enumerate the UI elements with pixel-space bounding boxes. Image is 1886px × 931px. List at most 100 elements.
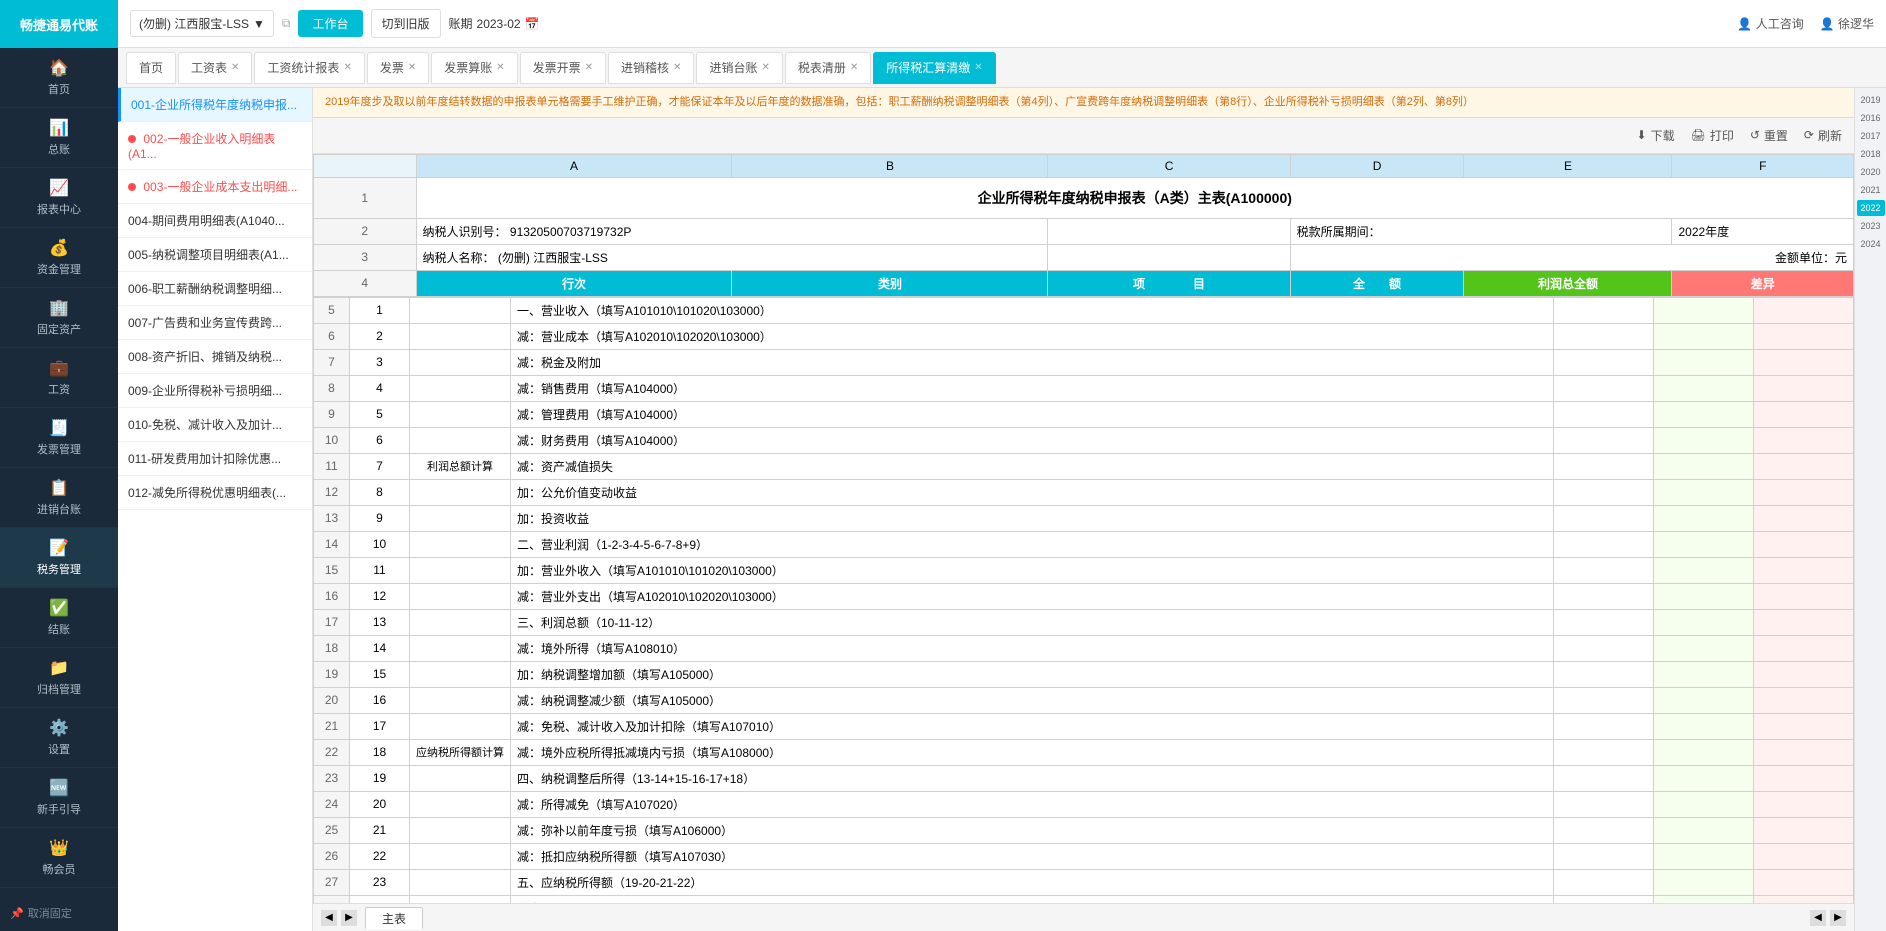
switch-button[interactable]: 切到旧版 bbox=[371, 9, 441, 38]
cell-quane[interactable] bbox=[1554, 453, 1654, 479]
cell-lirun[interactable] bbox=[1654, 583, 1754, 609]
sidebar-item-archive[interactable]: 📁 归档管理 bbox=[0, 648, 118, 708]
sidebar-item-settings[interactable]: ⚙️ 设置 bbox=[0, 708, 118, 768]
left-panel-item-005[interactable]: 005-纳税调整项目明细表(A1... bbox=[118, 238, 312, 272]
cell-quane[interactable] bbox=[1554, 375, 1654, 401]
cell-lirun[interactable] bbox=[1654, 895, 1754, 903]
user-service[interactable]: 👤 人工咨询 bbox=[1737, 15, 1803, 32]
tab-close[interactable]: ✕ bbox=[974, 62, 982, 73]
left-panel-item-001[interactable]: 001-企业所得税年度纳税申报... bbox=[118, 88, 312, 122]
cell-lirun[interactable] bbox=[1654, 297, 1754, 323]
company-selector[interactable]: (勿删) 江西服宝-LSS ▼ bbox=[130, 10, 274, 37]
tab-invoice-calc[interactable]: 发票算账 ✕ bbox=[431, 52, 517, 84]
tab-close[interactable]: ✕ bbox=[761, 62, 769, 73]
cell-quane[interactable] bbox=[1554, 869, 1654, 895]
left-panel-item-007[interactable]: 007-广告费和业务宣传费跨... bbox=[118, 306, 312, 340]
cell-quane[interactable] bbox=[1554, 661, 1654, 687]
user-name[interactable]: 👤 徐逻华 bbox=[1820, 15, 1874, 32]
print-button[interactable]: 🖨 打印 bbox=[1691, 127, 1734, 144]
tab-close[interactable]: ✕ bbox=[496, 62, 504, 73]
cell-lirun[interactable] bbox=[1654, 427, 1754, 453]
next-tab-button[interactable]: ▶ bbox=[341, 910, 357, 926]
cell-lirun[interactable] bbox=[1654, 713, 1754, 739]
cell-quane[interactable] bbox=[1554, 531, 1654, 557]
left-panel-item-011[interactable]: 011-研发费用加计扣除优惠... bbox=[118, 442, 312, 476]
left-panel-item-009[interactable]: 009-企业所得税补亏损明细... bbox=[118, 374, 312, 408]
tab-payroll[interactable]: 工资表 ✕ bbox=[178, 52, 252, 84]
sidebar-item-member[interactable]: 👑 畅会员 bbox=[0, 828, 118, 888]
cell-quane[interactable] bbox=[1554, 505, 1654, 531]
cell-quane[interactable] bbox=[1554, 401, 1654, 427]
sidebar-item-tax[interactable]: 📝 税务管理 bbox=[0, 528, 118, 588]
left-panel-item-006[interactable]: 006-职工薪酬纳税调整明细... bbox=[118, 272, 312, 306]
scroll-left-button[interactable]: ◀ bbox=[1810, 910, 1826, 926]
tab-invoice[interactable]: 发票 ✕ bbox=[367, 52, 429, 84]
cell-lirun[interactable] bbox=[1654, 765, 1754, 791]
cell-quane[interactable] bbox=[1554, 349, 1654, 375]
sidebar-item-invoice[interactable]: 🧾 发票管理 bbox=[0, 408, 118, 468]
cell-lirun[interactable] bbox=[1654, 869, 1754, 895]
timeline-2016[interactable]: 2016 bbox=[1857, 110, 1885, 126]
cell-quane[interactable] bbox=[1554, 635, 1654, 661]
cell-lirun[interactable] bbox=[1654, 323, 1754, 349]
timeline-2021[interactable]: 2021 bbox=[1857, 182, 1885, 198]
sidebar-item-home[interactable]: 🏠 首页 bbox=[0, 48, 118, 108]
left-panel-item-008[interactable]: 008-资产折旧、摊销及纳税... bbox=[118, 340, 312, 374]
left-panel-item-012[interactable]: 012-减免所得税优惠明细表(... bbox=[118, 476, 312, 510]
timeline-2019[interactable]: 2019 bbox=[1857, 92, 1885, 108]
cell-lirun[interactable] bbox=[1654, 609, 1754, 635]
left-panel-item-003[interactable]: 003-一般企业成本支出明细... bbox=[118, 170, 312, 204]
sidebar-item-report[interactable]: 📈 报表中心 bbox=[0, 168, 118, 228]
left-panel-item-010[interactable]: 010-免税、减计收入及加计... bbox=[118, 408, 312, 442]
cell-lirun[interactable] bbox=[1654, 505, 1754, 531]
tab-close[interactable]: ✕ bbox=[343, 62, 351, 73]
cell-quane[interactable] bbox=[1554, 765, 1654, 791]
timeline-2024[interactable]: 2024 bbox=[1857, 236, 1885, 252]
tab-income-tax[interactable]: 所得税汇算清缴 ✕ bbox=[873, 52, 995, 84]
sidebar-item-settle[interactable]: ✅ 结账 bbox=[0, 588, 118, 648]
timeline-2017[interactable]: 2017 bbox=[1857, 128, 1885, 144]
tab-close[interactable]: ✕ bbox=[231, 62, 239, 73]
tab-home[interactable]: 首页 bbox=[126, 52, 176, 84]
timeline-2018[interactable]: 2018 bbox=[1857, 146, 1885, 162]
tab-tax-clear[interactable]: 税表清册 ✕ bbox=[785, 52, 871, 84]
cell-quane[interactable] bbox=[1554, 687, 1654, 713]
cell-lirun[interactable] bbox=[1654, 531, 1754, 557]
sidebar-item-fund[interactable]: 💰 资金管理 bbox=[0, 228, 118, 288]
bottom-tab-main[interactable]: 主表 bbox=[365, 907, 423, 929]
sidebar-item-ledger[interactable]: 📊 总账 bbox=[0, 108, 118, 168]
sidebar-item-payroll[interactable]: 💼 工资 bbox=[0, 348, 118, 408]
cell-lirun[interactable] bbox=[1654, 661, 1754, 687]
cell-lirun[interactable] bbox=[1654, 401, 1754, 427]
cell-lirun[interactable] bbox=[1654, 687, 1754, 713]
cell-quane[interactable]: 0.25 bbox=[1554, 895, 1654, 903]
timeline-2020[interactable]: 2020 bbox=[1857, 164, 1885, 180]
unpin-button[interactable]: 📌 取消固定 bbox=[0, 895, 118, 931]
cell-lirun[interactable] bbox=[1654, 817, 1754, 843]
tab-close[interactable]: ✕ bbox=[408, 62, 416, 73]
table-wrapper[interactable]: A B C D E F 1 企业所得税年度纳税申报表（A类）主表(A100000… bbox=[313, 154, 1854, 904]
cell-quane[interactable] bbox=[1554, 843, 1654, 869]
sidebar-item-guide[interactable]: 🆕 新手引导 bbox=[0, 768, 118, 828]
workbench-button[interactable]: 工作台 bbox=[298, 10, 362, 37]
download-button[interactable]: ⬇ 下载 bbox=[1637, 127, 1675, 144]
prev-tab-button[interactable]: ◀ bbox=[321, 910, 337, 926]
cell-quane[interactable] bbox=[1554, 817, 1654, 843]
left-panel-item-002[interactable]: 002-一般企业收入明细表(A1... bbox=[118, 122, 312, 170]
copy-icon[interactable]: ⧉ bbox=[282, 16, 291, 31]
tab-invoice-open[interactable]: 发票开票 ✕ bbox=[520, 52, 606, 84]
tab-sales-audit[interactable]: 进销稽核 ✕ bbox=[608, 52, 694, 84]
timeline-2022[interactable]: 2022 bbox=[1857, 200, 1885, 216]
cell-lirun[interactable] bbox=[1654, 453, 1754, 479]
cell-lirun[interactable] bbox=[1654, 635, 1754, 661]
cell-quane[interactable] bbox=[1554, 739, 1654, 765]
sidebar-item-asset[interactable]: 🏢 固定资产 bbox=[0, 288, 118, 348]
refresh-button[interactable]: ⟳ 刷新 bbox=[1804, 127, 1842, 144]
cell-lirun[interactable] bbox=[1654, 843, 1754, 869]
cell-lirun[interactable] bbox=[1654, 375, 1754, 401]
reset-button[interactable]: ↺ 重置 bbox=[1750, 127, 1788, 144]
cell-lirun[interactable] bbox=[1654, 739, 1754, 765]
cell-quane[interactable] bbox=[1554, 323, 1654, 349]
scroll-right-button[interactable]: ▶ bbox=[1830, 910, 1846, 926]
calendar-icon[interactable]: 📅 bbox=[525, 17, 540, 31]
